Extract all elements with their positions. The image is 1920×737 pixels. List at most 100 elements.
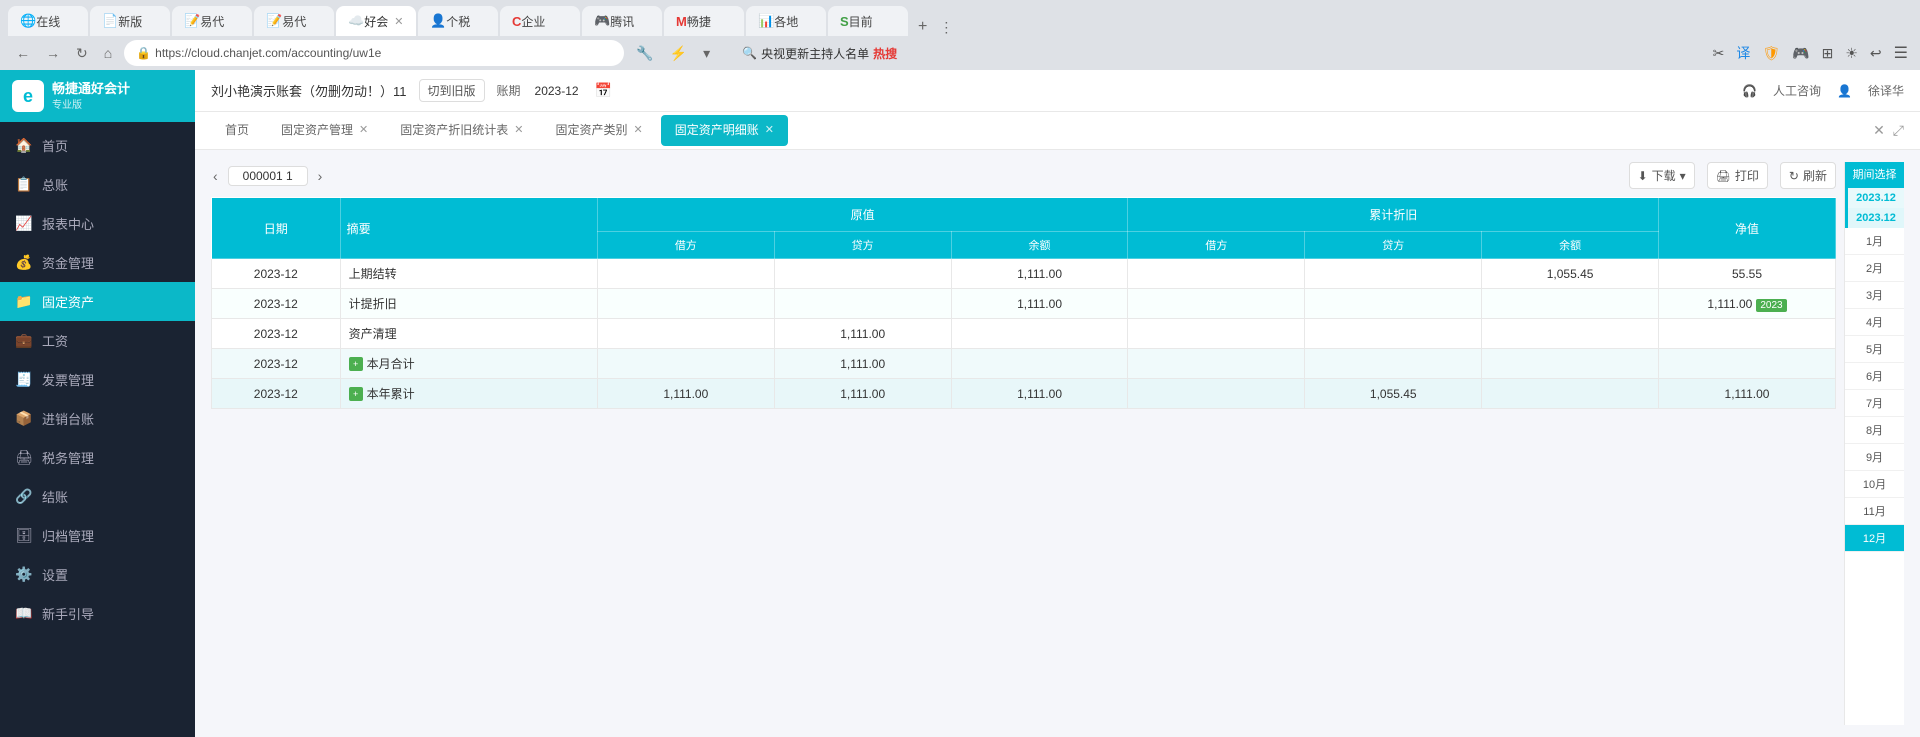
tab-gedi[interactable]: 📊 各地 (746, 6, 826, 36)
refresh-label: 刷新 (1803, 167, 1827, 184)
table-row: 2023-12 +本月合计 1,111.00 (212, 349, 1836, 379)
tab-changjie[interactable]: M 畅捷 (664, 6, 744, 36)
tab-label-new: 新版 (118, 13, 142, 30)
close-window-button[interactable]: ✕ (1873, 122, 1885, 139)
cell-orig-credit: 1,111.00 (774, 319, 951, 349)
forward-button[interactable]: → (42, 43, 64, 63)
brightness-icon[interactable]: ☀ (1845, 45, 1858, 62)
tab-geshui[interactable]: 👤 个税 (418, 6, 498, 36)
shield-icon[interactable]: 🛡 (1762, 45, 1780, 62)
cell-orig-credit: 1,111.00 (774, 379, 951, 409)
th-orig-credit: 贷方 (774, 232, 951, 259)
nav-settings[interactable]: ⚙️ 设置 (0, 555, 195, 594)
period-month-item[interactable]: 9月 (1845, 444, 1904, 471)
period-month-item[interactable]: 1月 (1845, 228, 1904, 255)
switch-version-button[interactable]: 切到旧版 (419, 79, 485, 102)
cell-orig-credit (774, 259, 951, 289)
tab-close-haohui[interactable]: ✕ (394, 15, 403, 28)
page-tab-home[interactable]: 首页 (211, 115, 263, 146)
page-tab-fa-detail-close[interactable]: ✕ (765, 123, 774, 136)
period-month-item[interactable]: 10月 (1845, 471, 1904, 498)
period-month-item[interactable]: 8月 (1845, 417, 1904, 444)
cell-dep-debit (1128, 349, 1305, 379)
home-button[interactable]: ⌂ (100, 43, 116, 63)
refresh-button[interactable]: ↻ 刷新 (1780, 162, 1836, 189)
page-tab-fa-management[interactable]: 固定资产管理 ✕ (267, 115, 382, 146)
nav-closing[interactable]: 🔗 结账 (0, 477, 195, 516)
nav-capital[interactable]: 💰 资金管理 (0, 243, 195, 282)
period-month-item[interactable]: 4月 (1845, 309, 1904, 336)
hot-search-label: 热搜 (873, 45, 897, 62)
tab-tengxun[interactable]: 🎮 腾讯 (582, 6, 662, 36)
game-icon[interactable]: 🎮 (1792, 45, 1809, 62)
nav-invoice[interactable]: 🧾 发票管理 (0, 360, 195, 399)
tab-online[interactable]: 🌐 在线 (8, 6, 88, 36)
period-month-item[interactable]: 2月 (1845, 255, 1904, 282)
human-service-label[interactable]: 人工咨询 (1773, 82, 1821, 99)
tab-haohui[interactable]: ☁️ 好会 ✕ (336, 6, 416, 36)
page-tab-fa-category-close[interactable]: ✕ (634, 123, 643, 136)
app-logo-icon: e (12, 80, 44, 112)
nav-payroll[interactable]: 💼 工资 (0, 321, 195, 360)
back-button[interactable]: ← (12, 43, 34, 63)
page-tab-fa-category[interactable]: 固定资产类别 ✕ (541, 115, 656, 146)
th-orig-balance: 余额 (951, 232, 1128, 259)
grid-icon[interactable]: ⊞ (1822, 45, 1834, 62)
nav-guide[interactable]: 📖 新手引导 (0, 594, 195, 633)
tab-new[interactable]: 📄 新版 (90, 6, 170, 36)
translate-icon[interactable]: 译 (1736, 43, 1750, 63)
print-button[interactable]: 🖨 打印 (1707, 162, 1768, 189)
period-month-item[interactable]: 7月 (1845, 390, 1904, 417)
download-button[interactable]: ⬇ 下载 ▾ (1629, 162, 1695, 189)
period-month-item[interactable]: 11月 (1845, 498, 1904, 525)
period-calendar-icon[interactable]: 📅 (595, 82, 612, 99)
cell-summary: 上期结转 (340, 259, 597, 289)
page-tab-fa-detail[interactable]: 固定资产明细账 ✕ (661, 115, 788, 146)
page-tab-fa-depreciation-close[interactable]: ✕ (514, 123, 523, 136)
cell-orig-debit: 1,111.00 (597, 379, 774, 409)
prev-account-button[interactable]: ‹ (211, 166, 220, 186)
page-tab-fa-management-close[interactable]: ✕ (359, 123, 368, 136)
nav-general-ledger[interactable]: 📋 总账 (0, 165, 195, 204)
url-text: https://cloud.chanjet.com/accounting/uw1… (155, 46, 381, 60)
user-name-label: 徐译华 (1868, 82, 1904, 99)
th-dep-balance: 余额 (1482, 232, 1659, 259)
tab-label-geshui: 个税 (446, 13, 470, 30)
nav-reports[interactable]: 📈 报表中心 (0, 204, 195, 243)
download-icon: ⬇ (1638, 169, 1648, 183)
period-month-item[interactable]: 5月 (1845, 336, 1904, 363)
tab-muqian[interactable]: S 目前 (828, 6, 908, 36)
scissors-icon[interactable]: ✂ (1713, 45, 1725, 62)
nav-tax[interactable]: 🖨 税务管理 (0, 438, 195, 477)
page-tab-fa-depreciation[interactable]: 固定资产折旧统计表 ✕ (386, 115, 537, 146)
cell-date: 2023-12 (212, 349, 341, 379)
nav-home[interactable]: 🏠 首页 (0, 126, 195, 165)
reload-button[interactable]: ↻ (72, 43, 92, 64)
menu-icon[interactable]: ☰ (1894, 43, 1908, 63)
th-net-value: 净值 (1659, 198, 1836, 259)
next-account-button[interactable]: › (316, 166, 325, 186)
tab-yidai2[interactable]: 📝 易代 (254, 6, 334, 36)
th-dep-credit: 贷方 (1305, 232, 1482, 259)
nav-fixed-assets[interactable]: 📁 固定资产 (0, 282, 195, 321)
period-month-item[interactable]: 3月 (1845, 282, 1904, 309)
history-icon[interactable]: ↩ (1870, 45, 1882, 62)
cell-net-value: 1,111.00 (1659, 379, 1836, 409)
new-tab-button[interactable]: + (910, 18, 935, 36)
period-month-item[interactable]: 12月 (1845, 525, 1904, 552)
tab-qiye[interactable]: C 企业 (500, 6, 580, 36)
expand-window-button[interactable]: ⤢ (1893, 122, 1904, 139)
period-month-item[interactable]: 6月 (1845, 363, 1904, 390)
tab-overflow-btn[interactable]: ⋮ (935, 19, 957, 36)
tab-label-yidai2: 易代 (282, 13, 306, 30)
cell-net-value (1659, 349, 1836, 379)
url-bar[interactable]: 🔒 https://cloud.chanjet.com/accounting/u… (124, 40, 624, 66)
tab-yidai1[interactable]: 📝 易代 (172, 6, 252, 36)
cell-dep-debit (1128, 379, 1305, 409)
nav-purchase-sale[interactable]: 📦 进销台账 (0, 399, 195, 438)
nav-purchase-sale-label: 进销台账 (42, 409, 94, 428)
nav-archive[interactable]: 🗄 归档管理 (0, 516, 195, 555)
dropdown-arrow[interactable]: ▾ (699, 43, 714, 64)
table-row: 2023-12 资产清理 1,111.00 (212, 319, 1836, 349)
cell-summary: +本月合计 (340, 349, 597, 379)
